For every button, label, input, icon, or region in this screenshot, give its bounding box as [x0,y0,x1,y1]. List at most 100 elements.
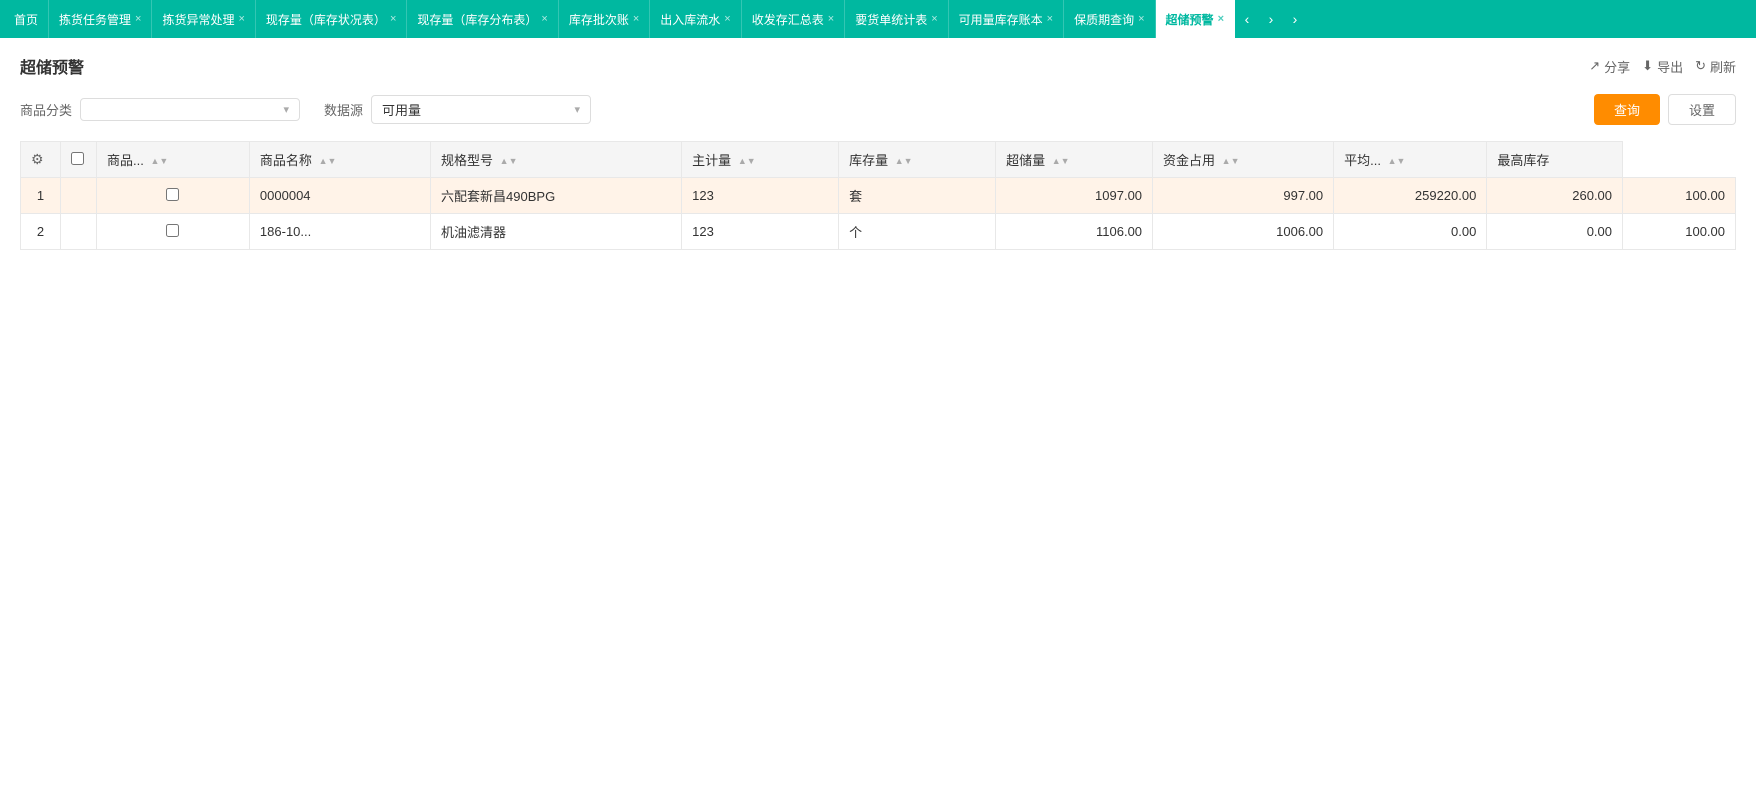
close-tab-in-out-flow[interactable]: × [724,13,730,25]
page-title: 超储预警 [20,54,84,78]
close-tab-task-mgmt[interactable]: × [135,13,141,25]
td-unit-0: 套 [839,178,996,214]
header-actions: ↗ 分享 ⬇ 导出 ↻ 刷新 [1589,57,1736,76]
close-tab-overstock-warning[interactable]: × [1218,13,1224,25]
data-table: ⚙ 商品... ▲▼ 商品名称 ▲▼ 规格型号 ▲▼ 主计 [20,141,1736,250]
gear-icon[interactable]: ⚙ [31,151,44,167]
close-tab-available-account[interactable]: × [1047,13,1053,25]
td-overstock-1: 1006.00 [1153,214,1334,250]
query-button[interactable]: 查询 [1594,94,1660,125]
sort-avg-icon[interactable]: ▲▼ [1388,157,1406,166]
refresh-button[interactable]: ↻ 刷新 [1695,57,1736,76]
row-checkbox-1[interactable] [166,224,179,237]
share-button[interactable]: ↗ 分享 [1589,57,1630,76]
close-tab-batch-account[interactable]: × [633,13,639,25]
tab-home[interactable]: 首页 [4,0,49,38]
td-stock-1: 1106.00 [996,214,1153,250]
th-spec: 规格型号 ▲▼ [431,142,682,178]
export-button[interactable]: ⬇ 导出 [1642,57,1683,76]
sort-spec-icon[interactable]: ▲▼ [500,157,518,166]
td-spec-0: 123 [682,178,839,214]
tab-task-mgmt[interactable]: 拣货任务管理 × [49,0,152,38]
table-row: 2 186-10... 机油滤清器 123 个 1106.00 1006.00 … [21,214,1736,250]
td-code-0: 0000004 [249,178,430,214]
filter-row: 商品分类 ▾ 数据源 可用量 ▾ 查询 设置 [20,94,1736,125]
close-tab-collect-summary[interactable]: × [828,13,834,25]
category-chevron-icon: ▾ [283,103,289,116]
settings-button[interactable]: 设置 [1668,94,1736,125]
td-max-stock-1: 100.00 [1623,214,1736,250]
td-overstock-0: 997.00 [1153,178,1334,214]
tab-batch-account[interactable]: 库存批次账 × [559,0,650,38]
tab-expiry-query[interactable]: 保质期查询 × [1064,0,1155,38]
export-icon: ⬇ [1642,58,1653,74]
close-tab-inventory-dist[interactable]: × [541,13,547,25]
page-header: 超储预警 ↗ 分享 ⬇ 导出 ↻ 刷新 [20,54,1736,78]
share-icon: ↗ [1589,58,1600,74]
th-code: 商品... ▲▼ [97,142,250,178]
table-row: 1 0000004 六配套新昌490BPG 123 套 1097.00 997.… [21,178,1736,214]
td-capital-0: 259220.00 [1334,178,1487,214]
category-filter: 商品分类 ▾ [20,98,300,121]
sort-capital-icon[interactable]: ▲▼ [1222,157,1240,166]
th-avg: 平均... ▲▼ [1334,142,1487,178]
sort-overstock-icon[interactable]: ▲▼ [1052,157,1070,166]
td-max-stock-0: 100.00 [1623,178,1736,214]
nav-arrow-right[interactable]: › [1259,0,1283,38]
td-settings-0 [61,178,97,214]
top-navigation: 首页 拣货任务管理 × 拣货异常处理 × 现存量（库存状况表） × 现存量（库存… [0,0,1756,38]
refresh-icon: ↻ [1695,58,1706,74]
th-settings: ⚙ [21,142,61,178]
td-capital-1: 0.00 [1334,214,1487,250]
row-checkbox-0[interactable] [166,188,179,201]
table-header-row: ⚙ 商品... ▲▼ 商品名称 ▲▼ 规格型号 ▲▼ 主计 [21,142,1736,178]
tab-abnormal[interactable]: 拣货异常处理 × [152,0,255,38]
tab-collect-summary[interactable]: 收发存汇总表 × [742,0,845,38]
td-unit-1: 个 [839,214,996,250]
td-checkbox-0 [97,178,250,214]
tab-in-out-flow[interactable]: 出入库流水 × [650,0,741,38]
datasource-filter: 数据源 可用量 ▾ [324,95,591,124]
sort-stock-icon[interactable]: ▲▼ [895,157,913,166]
tab-inventory-status[interactable]: 现存量（库存状况表） × [256,0,407,38]
category-label: 商品分类 [20,100,72,119]
close-tab-abnormal[interactable]: × [238,13,244,25]
category-select[interactable]: ▾ [80,98,300,121]
page-content: 超储预警 ↗ 分享 ⬇ 导出 ↻ 刷新 商品分类 ▾ 数据源 [0,38,1756,800]
close-tab-order-stats[interactable]: × [931,13,937,25]
sort-code-icon[interactable]: ▲▼ [150,157,168,166]
th-max-stock: 最高库存 [1487,142,1623,178]
datasource-select-value: 可用量 [382,100,421,119]
td-name-1: 机油滤清器 [431,214,682,250]
sort-unit-icon[interactable]: ▲▼ [738,157,756,166]
close-tab-expiry-query[interactable]: × [1138,13,1144,25]
th-name: 商品名称 ▲▼ [249,142,430,178]
tab-overstock-warning[interactable]: 超储预警 × [1156,0,1235,38]
td-avg-1: 0.00 [1487,214,1623,250]
td-num-0: 1 [21,178,61,214]
td-settings-1 [61,214,97,250]
close-tab-inventory-status[interactable]: × [390,13,396,25]
th-capital: 资金占用 ▲▼ [1153,142,1334,178]
th-stock: 库存量 ▲▼ [839,142,996,178]
td-stock-0: 1097.00 [996,178,1153,214]
nav-arrow-menu[interactable]: › [1283,0,1307,38]
td-code-1: 186-10... [249,214,430,250]
td-num-1: 2 [21,214,61,250]
th-overstock: 超储量 ▲▼ [996,142,1153,178]
td-name-0: 六配套新昌490BPG [431,178,682,214]
datasource-chevron-icon: ▾ [575,103,581,116]
filter-actions: 查询 设置 [1594,94,1736,125]
datasource-label: 数据源 [324,100,363,119]
select-all-checkbox[interactable] [71,152,84,165]
tab-available-account[interactable]: 可用量库存账本 × [949,0,1064,38]
tab-order-stats[interactable]: 要货单统计表 × [845,0,948,38]
nav-arrow-left[interactable]: ‹ [1235,0,1259,38]
td-checkbox-1 [97,214,250,250]
sort-name-icon[interactable]: ▲▼ [319,157,337,166]
td-avg-0: 260.00 [1487,178,1623,214]
tab-inventory-dist[interactable]: 现存量（库存分布表） × [407,0,558,38]
th-checkbox [61,142,97,178]
datasource-select[interactable]: 可用量 ▾ [371,95,591,124]
th-unit: 主计量 ▲▼ [682,142,839,178]
